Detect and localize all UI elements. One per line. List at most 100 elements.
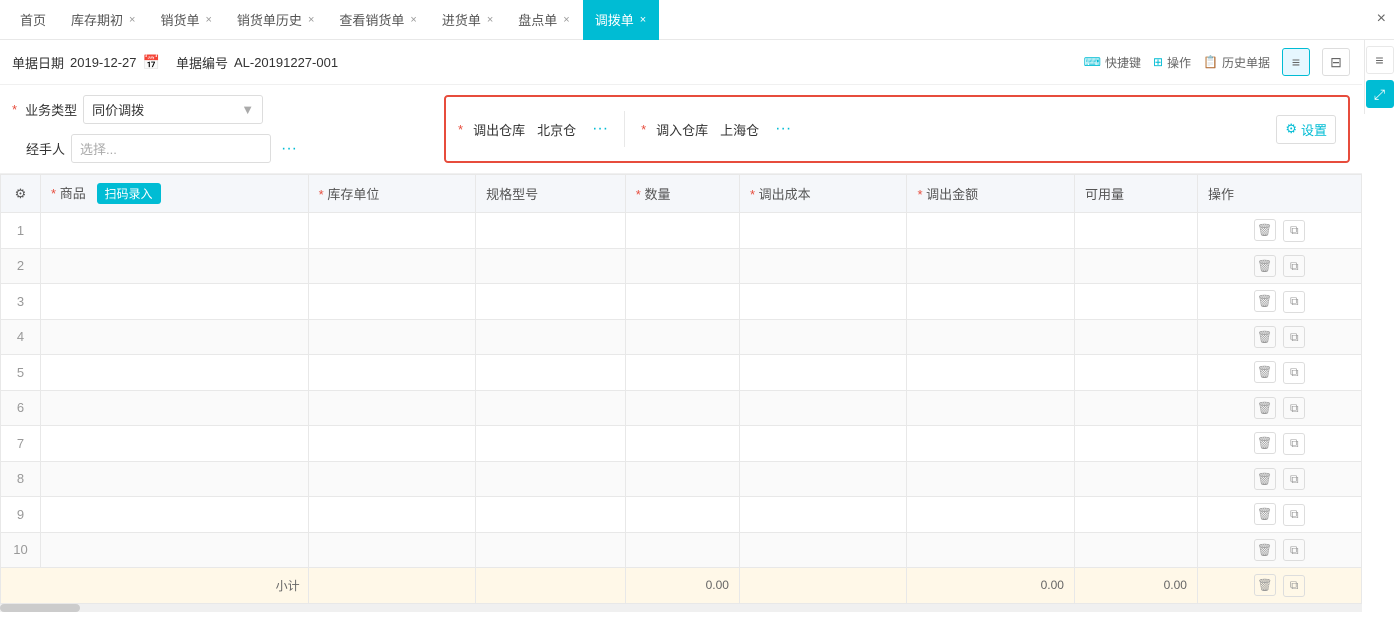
delete-icon-9[interactable]: 🗑 [1254,503,1276,525]
right-list-btn[interactable]: ≡ [1366,46,1394,74]
delete-icon-8[interactable]: 🗑 [1254,468,1276,490]
copy-icon-1[interactable]: ⧉ [1283,220,1305,242]
cell-amount-8[interactable] [907,461,1074,497]
view-grid-btn[interactable]: ⊟ [1322,48,1350,76]
cell-cost-3[interactable] [739,284,906,320]
cell-qty-9[interactable] [625,497,739,533]
cell-product-6[interactable] [41,390,309,426]
cell-qty-3[interactable] [625,284,739,320]
tab-sales-history[interactable]: 销货单历史 × [225,0,327,40]
tab-purchase[interactable]: 进货单 × [430,0,506,40]
delete-icon-1[interactable]: 🗑 [1254,219,1276,241]
th-settings[interactable]: ⚙ [1,175,41,213]
tab-sales-history-close[interactable]: × [308,14,314,26]
cell-spec-8[interactable] [476,461,626,497]
delete-icon-10[interactable]: 🗑 [1254,539,1276,561]
tab-sales-close[interactable]: × [205,14,211,26]
cell-cost-5[interactable] [739,355,906,391]
scan-button[interactable]: 扫码录入 [97,183,161,204]
cell-amount-7[interactable] [907,426,1074,462]
copy-icon-7[interactable]: ⧉ [1283,433,1305,455]
business-type-select[interactable]: 同价调拨 ▼ [83,95,263,124]
cell-cost-7[interactable] [739,426,906,462]
cell-unit-5[interactable] [308,355,475,391]
cell-qty-4[interactable] [625,319,739,355]
cell-product-3[interactable] [41,284,309,320]
cell-unit-3[interactable] [308,284,475,320]
cell-spec-4[interactable] [476,319,626,355]
tab-inventory-init[interactable]: 库存期初 × [59,0,148,40]
cell-cost-10[interactable] [739,532,906,568]
cell-product-9[interactable] [41,497,309,533]
delete-icon-3[interactable]: 🗑 [1254,290,1276,312]
handler-select[interactable]: 选择... [71,134,271,163]
cell-amount-9[interactable] [907,497,1074,533]
shortcut-btn[interactable]: ⌨ 快捷键 [1084,54,1141,71]
tab-view-sales-close[interactable]: × [410,14,416,26]
cell-amount-4[interactable] [907,319,1074,355]
cell-cost-9[interactable] [739,497,906,533]
cell-qty-1[interactable] [625,213,739,249]
cell-spec-9[interactable] [476,497,626,533]
cell-amount-3[interactable] [907,284,1074,320]
copy-icon-9[interactable]: ⧉ [1283,504,1305,526]
tab-stocktake[interactable]: 盘点单 × [506,0,582,40]
cell-amount-5[interactable] [907,355,1074,391]
cell-spec-7[interactable] [476,426,626,462]
tab-home[interactable]: 首页 [8,0,59,40]
date-value[interactable]: 2019-12-27 [70,55,137,70]
delete-icon-11[interactable]: 🗑 [1254,574,1276,596]
cell-unit-7[interactable] [308,426,475,462]
cell-unit-9[interactable] [308,497,475,533]
cell-spec-10[interactable] [476,532,626,568]
copy-icon-6[interactable]: ⧉ [1283,397,1305,419]
delete-icon-4[interactable]: 🗑 [1254,326,1276,348]
cell-product-7[interactable] [41,426,309,462]
copy-icon-4[interactable]: ⧉ [1283,326,1305,348]
cell-qty-8[interactable] [625,461,739,497]
cell-unit-2[interactable] [308,248,475,284]
right-external-btn[interactable]: ⤢ [1366,80,1394,108]
tab-sales[interactable]: 销货单 × [148,0,224,40]
copy-icon-3[interactable]: ⧉ [1283,291,1305,313]
history-btn[interactable]: 📋 历史单据 [1203,54,1270,71]
cell-amount-10[interactable] [907,532,1074,568]
cell-unit-1[interactable] [308,213,475,249]
copy-icon-10[interactable]: ⧉ [1283,539,1305,561]
tab-purchase-close[interactable]: × [487,14,493,26]
cell-cost-2[interactable] [739,248,906,284]
cell-qty-2[interactable] [625,248,739,284]
cell-qty-7[interactable] [625,426,739,462]
cell-unit-11[interactable] [308,568,475,604]
cell-spec-5[interactable] [476,355,626,391]
cell-spec-1[interactable] [476,213,626,249]
cell-unit-10[interactable] [308,532,475,568]
calendar-icon[interactable]: 📅 [143,54,160,71]
cell-product-1[interactable] [41,213,309,249]
cell-unit-8[interactable] [308,461,475,497]
horizontal-scrollbar[interactable] [0,604,1362,612]
handler-more-icon[interactable]: ··· [281,140,297,158]
operations-btn[interactable]: ⊞ 操作 [1153,54,1191,71]
cell-unit-4[interactable] [308,319,475,355]
cell-spec-3[interactable] [476,284,626,320]
window-close-icon[interactable]: × [1377,10,1386,28]
out-warehouse-more-icon[interactable]: ··· [592,120,608,138]
cell-cost-4[interactable] [739,319,906,355]
settings-btn[interactable]: ⚙ 设置 [1276,115,1336,144]
cell-spec-6[interactable] [476,390,626,426]
cell-cost-6[interactable] [739,390,906,426]
cell-product-2[interactable] [41,248,309,284]
copy-icon-2[interactable]: ⧉ [1283,255,1305,277]
tab-transfer[interactable]: 调拨单 × [583,0,659,40]
cell-product-5[interactable] [41,355,309,391]
tab-transfer-close[interactable]: × [640,14,646,26]
cell-qty-5[interactable] [625,355,739,391]
cell-qty-6[interactable] [625,390,739,426]
tab-stocktake-close[interactable]: × [563,14,569,26]
delete-icon-5[interactable]: 🗑 [1254,361,1276,383]
cell-unit-6[interactable] [308,390,475,426]
copy-icon-11[interactable]: ⧉ [1283,575,1305,597]
cell-cost-1[interactable] [739,213,906,249]
cell-qty-10[interactable] [625,532,739,568]
